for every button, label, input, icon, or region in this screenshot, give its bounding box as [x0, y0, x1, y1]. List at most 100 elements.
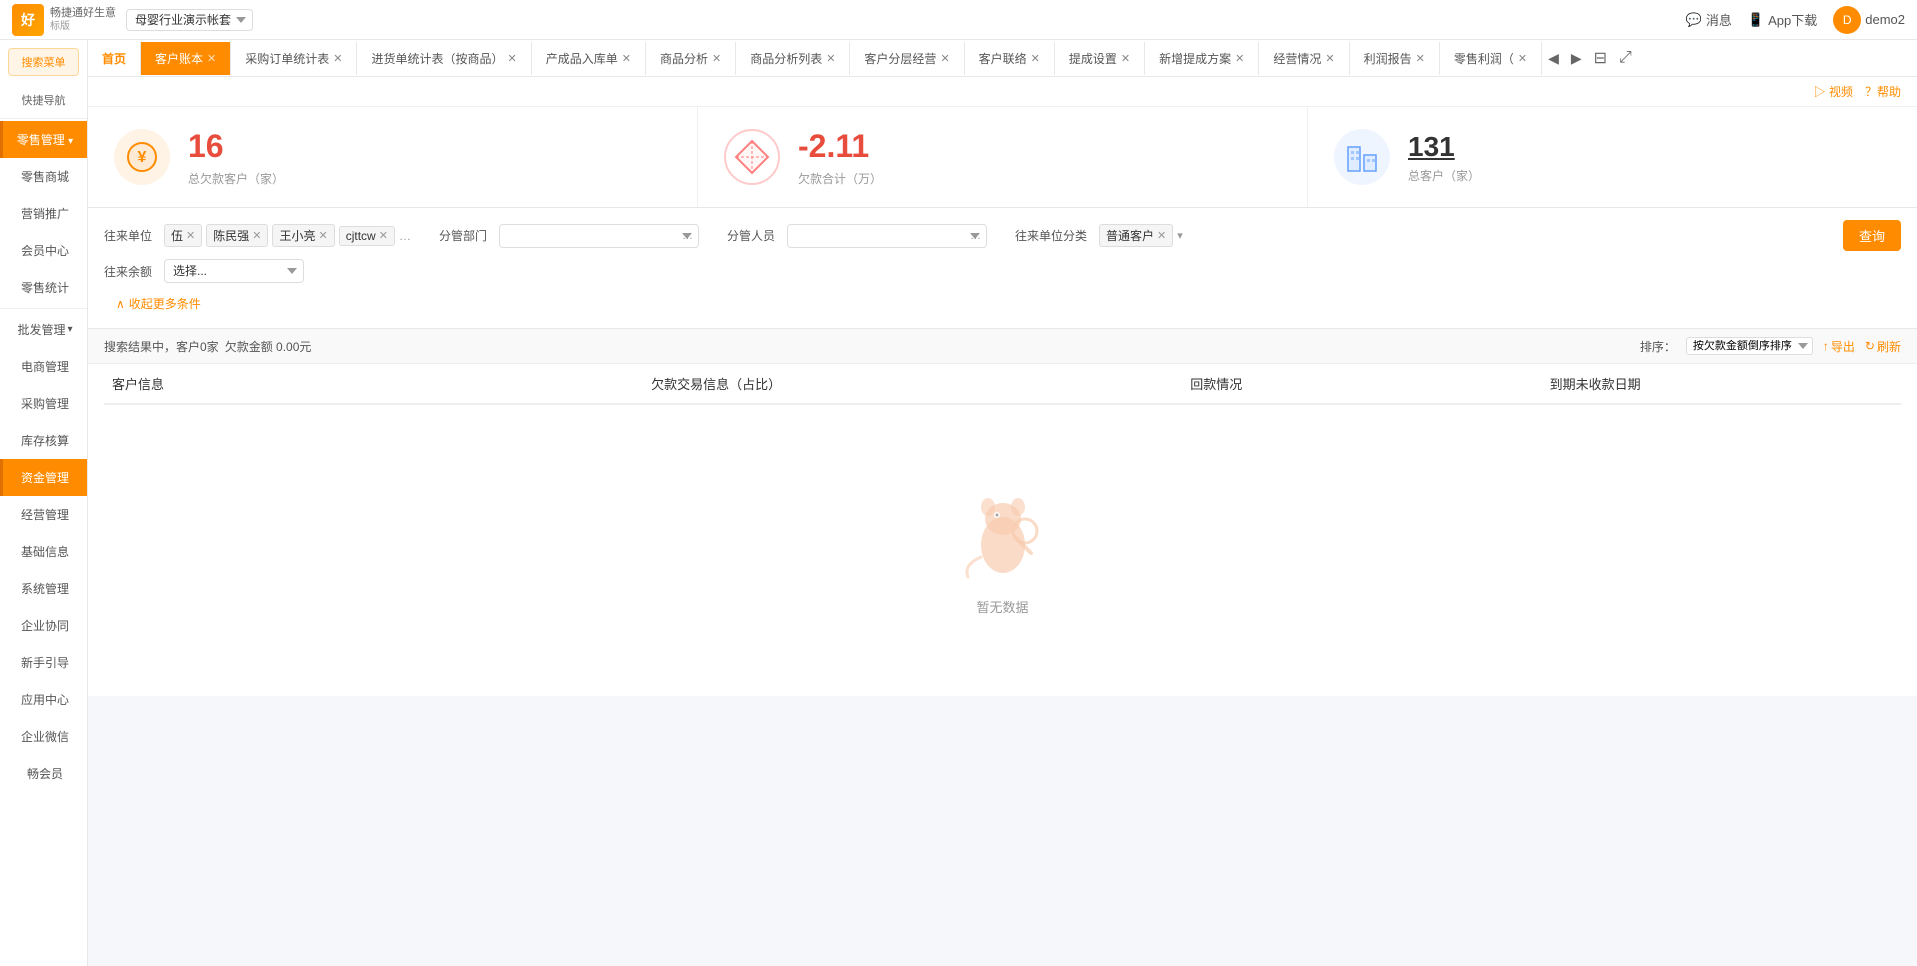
tab-retail-profit-close[interactable]: ✕: [1518, 52, 1527, 65]
tab-add-plan[interactable]: 新增提成方案 ✕: [1145, 42, 1259, 75]
tab-next-btn[interactable]: ▶: [1565, 42, 1588, 75]
search-menu-btn[interactable]: 搜索菜单: [8, 48, 79, 76]
tab-purchase-order-close[interactable]: ✕: [333, 52, 342, 65]
sidebar-item-member[interactable]: 会员中心: [0, 232, 87, 269]
tab-production-in[interactable]: 产成品入库单 ✕: [532, 42, 646, 75]
tab-retail-profit[interactable]: 零售利润（ ✕: [1440, 42, 1542, 75]
sidebar-item-retail-stats-label: 零售统计: [21, 281, 69, 295]
help-btn[interactable]: ？帮助: [1865, 83, 1901, 100]
sidebar-item-operations[interactable]: 经营管理: [0, 496, 87, 533]
sidebar-item-new-guide[interactable]: 新手引导: [0, 644, 87, 681]
app-download-btn[interactable]: 📱 App下载: [1748, 10, 1817, 29]
filter-tag-wu-remove[interactable]: ✕: [186, 229, 195, 242]
remainder-select[interactable]: 选择...: [164, 259, 304, 283]
sidebar-item-app-center[interactable]: 应用中心: [0, 681, 87, 718]
dept-more-icon[interactable]: …: [682, 230, 693, 242]
sidebar-item-enterprise[interactable]: 企业协同: [0, 607, 87, 644]
sidebar-item-basic-info[interactable]: 基础信息: [0, 533, 87, 570]
query-btn[interactable]: 查询: [1843, 220, 1901, 251]
person-more-icon[interactable]: …: [970, 230, 981, 242]
stat-icon-debtors: ¥: [112, 127, 172, 187]
stat-card-customers: 131 总客户（家）: [1308, 107, 1917, 207]
sidebar-item-retail-mgmt[interactable]: 零售管理 ▾: [0, 121, 87, 158]
tab-business-status[interactable]: 经营情况 ✕: [1259, 42, 1349, 75]
page-content: ▷ 视频 ？帮助 ¥ 16: [88, 77, 1917, 966]
arrow-icon: ▾: [68, 136, 73, 147]
sidebar-item-system[interactable]: 系统管理: [0, 570, 87, 607]
tab-profit-report[interactable]: 利润报告 ✕: [1350, 42, 1440, 75]
sidebar-item-enterprise-wechat[interactable]: 企业微信: [0, 718, 87, 755]
tab-inventory-stats[interactable]: 进货单统计表（按商品） ✕: [357, 42, 531, 75]
filter-tag-wang-remove[interactable]: ✕: [319, 229, 328, 242]
account-selector[interactable]: 母婴行业演示帐套: [126, 9, 253, 31]
filter-tag-cjttcw-remove[interactable]: ✕: [379, 229, 388, 242]
tab-improve-settings[interactable]: 提成设置 ✕: [1055, 42, 1145, 75]
more-tags-btn[interactable]: …: [399, 229, 411, 243]
filter-tag-wang-text: 王小亮: [279, 227, 315, 244]
tab-accounts[interactable]: 客户账本 ✕: [141, 42, 231, 75]
tab-business-status-close[interactable]: ✕: [1325, 52, 1334, 65]
quick-nav-item[interactable]: 快捷导航: [0, 84, 87, 116]
tab-customer-tier-close[interactable]: ✕: [940, 52, 949, 65]
tab-customer-contact[interactable]: 客户联络 ✕: [965, 42, 1055, 75]
tab-customer-tier[interactable]: 客户分层经营 ✕: [850, 42, 964, 75]
tab-inventory-stats-close[interactable]: ✕: [508, 52, 517, 65]
tab-improve-settings-close[interactable]: ✕: [1121, 52, 1130, 65]
sidebar-item-wholesale-label: 批发管理: [17, 321, 65, 338]
content-area: 首页 客户账本 ✕ 采购订单统计表 ✕ 进货单统计表（按商品） ✕ 产成品入库单…: [88, 40, 1917, 966]
tab-improve-settings-label: 提成设置: [1069, 50, 1117, 67]
sidebar-item-marketing[interactable]: 营销推广: [0, 195, 87, 232]
tab-home[interactable]: 首页: [88, 42, 141, 75]
tab-production-in-close[interactable]: ✕: [622, 52, 631, 65]
tab-profit-report-label: 利润报告: [1364, 50, 1412, 67]
sidebar-item-enterprise-wechat-label: 企业微信: [21, 730, 69, 744]
tab-purchase-order[interactable]: 采购订单统计表 ✕: [231, 42, 357, 75]
export-btn[interactable]: ↑ 导出: [1823, 338, 1855, 355]
filter-tag-normal-customer: 普通客户 ✕: [1099, 224, 1173, 247]
tab-add-plan-close[interactable]: ✕: [1235, 52, 1244, 65]
result-bar: 搜索结果中，客户0家 欠款金额 0.00元 排序： 按欠款金额倒序排序 ↑ 导出…: [88, 329, 1917, 364]
sidebar-item-inventory[interactable]: 库存核算: [0, 422, 87, 459]
user-area[interactable]: D demo2: [1833, 6, 1905, 34]
sidebar-item-ecommerce[interactable]: 电商管理: [0, 348, 87, 385]
sidebar-item-retail-stats[interactable]: 零售统计: [0, 269, 87, 306]
dept-input[interactable]: [499, 224, 699, 248]
sidebar-item-wholesale[interactable]: 批发管理 ▾: [0, 311, 87, 348]
video-help-btn[interactable]: ▷ 视频: [1814, 83, 1853, 100]
dept-filter-label: 分管部门: [439, 227, 487, 244]
tab-prev-btn[interactable]: ◀: [1542, 42, 1565, 75]
tab-production-in-label: 产成品入库单: [546, 50, 618, 67]
sidebar-search-area: 搜索菜单: [0, 40, 87, 84]
person-input[interactable]: [787, 224, 987, 248]
sidebar-item-operations-label: 经营管理: [21, 508, 69, 522]
tab-product-analysis-close[interactable]: ✕: [712, 52, 721, 65]
stat-icon-customers: [1332, 127, 1392, 187]
tab-inventory-stats-label: 进货单统计表（按商品）: [371, 50, 503, 67]
filter-tag-chen-remove[interactable]: ✕: [252, 229, 261, 242]
sidebar-item-purchase-label: 采购管理: [21, 397, 69, 411]
tab-customer-contact-close[interactable]: ✕: [1031, 52, 1040, 65]
sidebar-item-vip[interactable]: 畅会员: [0, 755, 87, 792]
sidebar-item-purchase[interactable]: 采购管理: [0, 385, 87, 422]
tab-menu-btn[interactable]: ⊟: [1588, 40, 1613, 76]
tab-product-analysis-list[interactable]: 商品分析列表 ✕: [736, 42, 850, 75]
collapse-btn[interactable]: ∧ 收起更多条件: [104, 291, 1901, 316]
sidebar-item-finance[interactable]: 资金管理: [0, 459, 87, 496]
tab-accounts-close[interactable]: ✕: [207, 52, 216, 65]
sort-select[interactable]: 按欠款金额倒序排序: [1686, 337, 1813, 355]
tab-product-analysis[interactable]: 商品分析 ✕: [646, 42, 736, 75]
filter-tag-normal-customer-remove[interactable]: ✕: [1157, 229, 1166, 242]
message-btn[interactable]: 💬 消息: [1686, 10, 1732, 29]
category-dropdown-icon[interactable]: ▾: [1177, 229, 1183, 242]
stat-info-debt: -2.11 欠款合计（万）: [798, 127, 1283, 186]
tab-profit-report-close[interactable]: ✕: [1416, 52, 1425, 65]
tab-maximize-btn[interactable]: ⤢: [1613, 41, 1638, 75]
sidebar-item-inventory-label: 库存核算: [21, 434, 69, 448]
logo-icon: 好: [12, 4, 44, 36]
filter-tag-wu-text: 伍: [171, 227, 183, 244]
refresh-btn[interactable]: ↻ 刷新: [1865, 338, 1901, 355]
stat-label-debtors: 总欠款客户（家）: [188, 170, 673, 187]
sidebar-item-retail-mall[interactable]: 零售商城: [0, 158, 87, 195]
tab-product-analysis-list-close[interactable]: ✕: [826, 52, 835, 65]
collapse-row: ∧ 收起更多条件: [104, 291, 1901, 316]
